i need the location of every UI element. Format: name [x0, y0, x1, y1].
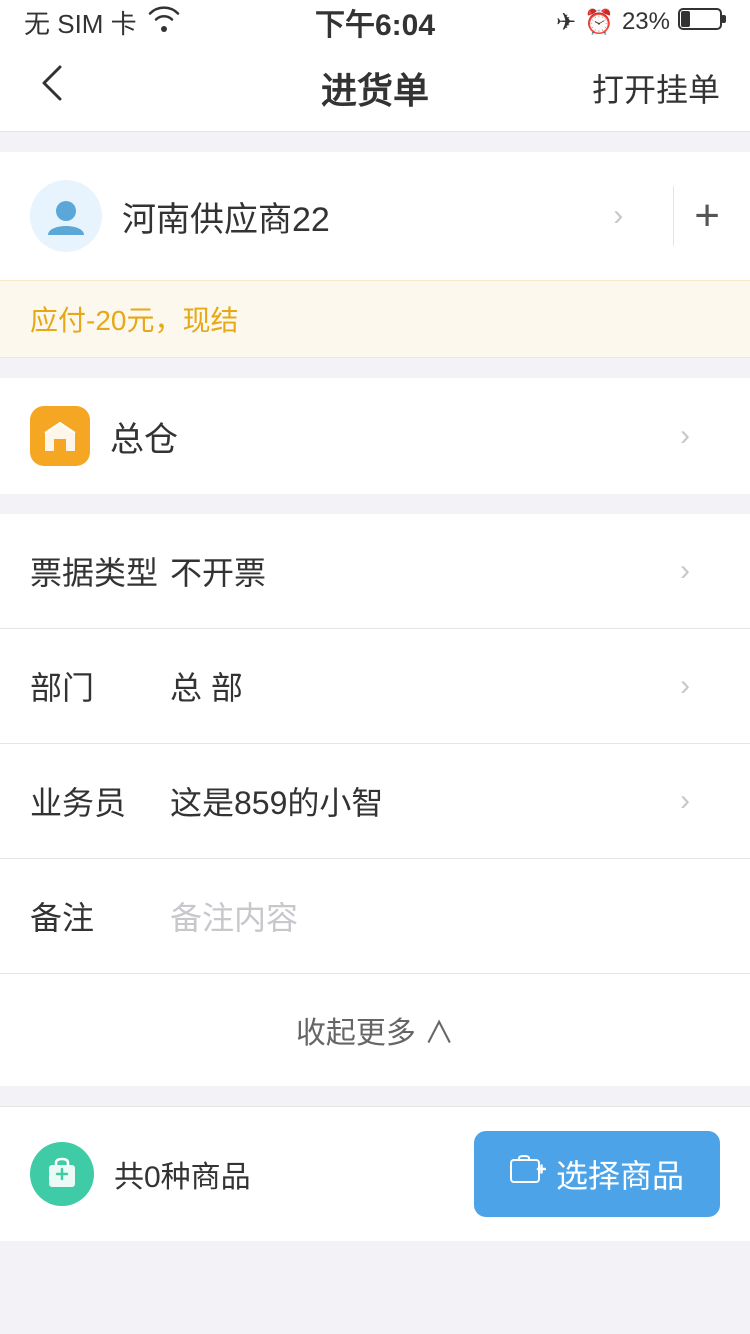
alarm-icon: ⏰	[584, 8, 614, 37]
select-product-icon	[510, 1155, 546, 1193]
separator-3	[0, 494, 750, 514]
invoice-row[interactable]: 票据类型 不开票 ›	[0, 514, 750, 628]
supplier-chevron-icon: ›	[613, 199, 623, 233]
notice-banner: 应付-20元，现结	[0, 280, 750, 358]
page-title: 进货单	[321, 62, 429, 114]
open-pending-button[interactable]: 打开挂单	[592, 65, 720, 111]
nav-bar: 进货单 打开挂单	[0, 44, 750, 132]
battery-label: 23%	[622, 8, 670, 36]
department-row[interactable]: 部门 总 部 ›	[0, 629, 750, 743]
remark-row[interactable]: 备注 备注内容	[0, 859, 750, 973]
select-product-label: 选择商品	[556, 1151, 684, 1197]
separator-1	[0, 132, 750, 152]
separator-2	[0, 358, 750, 378]
sales-rep-label: 业务员	[30, 778, 170, 824]
supplier-avatar	[30, 180, 102, 252]
warehouse-chevron-icon: ›	[680, 419, 690, 453]
status-bar: 无 SIM 卡 下午6:04 ✈ ⏰ 23%	[0, 0, 750, 44]
sales-rep-row[interactable]: 业务员 这是859的小智 ›	[0, 744, 750, 858]
supplier-row[interactable]: 河南供应商22 › +	[0, 152, 750, 280]
separator-4	[0, 1086, 750, 1106]
battery-icon	[678, 6, 726, 39]
warehouse-icon	[30, 406, 90, 466]
product-count-icon	[30, 1142, 94, 1206]
back-button[interactable]	[30, 53, 74, 122]
select-product-button[interactable]: 选择商品	[474, 1131, 720, 1217]
remark-label: 备注	[30, 893, 170, 939]
supplier-name: 河南供应商22	[122, 192, 613, 241]
location-icon: ✈	[556, 8, 576, 37]
bottom-bar: 共0种商品 选择商品	[0, 1106, 750, 1241]
warehouse-row[interactable]: 总仓 ›	[0, 378, 750, 494]
department-label: 部门	[30, 663, 170, 709]
invoice-value: 不开票	[170, 548, 680, 594]
vertical-divider	[673, 186, 674, 246]
warehouse-section: 总仓 ›	[0, 378, 750, 494]
status-left: 无 SIM 卡	[24, 4, 181, 41]
sales-rep-chevron-icon: ›	[680, 784, 690, 818]
status-right: ✈ ⏰ 23%	[556, 6, 726, 39]
warehouse-name: 总仓	[110, 412, 680, 461]
add-supplier-button[interactable]: +	[694, 194, 720, 238]
supplier-section: 河南供应商22 › + 应付-20元，现结	[0, 152, 750, 358]
wifi-icon	[147, 6, 181, 39]
remark-input[interactable]: 备注内容	[170, 893, 720, 939]
form-section: 票据类型 不开票 › 部门 总 部 › 业务员 这是859的小智 › 备注 备注…	[0, 514, 750, 1086]
sales-rep-value: 这是859的小智	[170, 778, 680, 824]
status-time: 下午6:04	[315, 0, 435, 44]
carrier-label: 无 SIM 卡	[24, 4, 137, 41]
collapse-button[interactable]: 收起更多 ∧	[0, 973, 750, 1086]
invoice-label: 票据类型	[30, 548, 170, 594]
product-count-label: 共0种商品	[114, 1152, 474, 1196]
invoice-chevron-icon: ›	[680, 554, 690, 588]
department-value: 总 部	[170, 663, 680, 709]
department-chevron-icon: ›	[680, 669, 690, 703]
